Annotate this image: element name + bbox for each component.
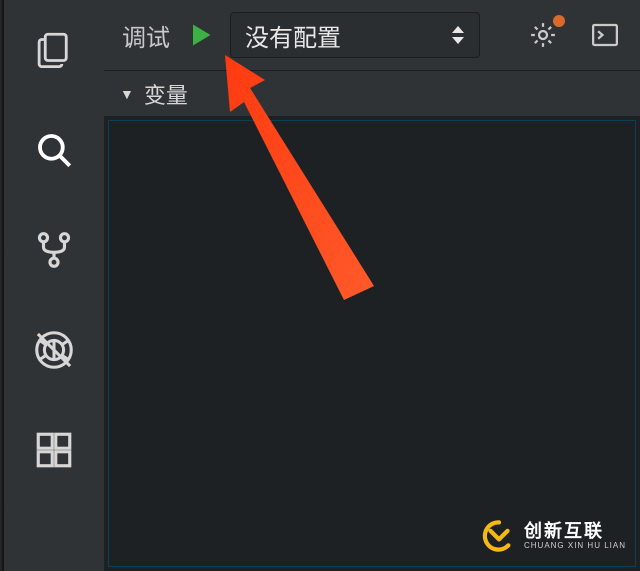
search-icon[interactable] <box>4 100 104 200</box>
activity-bar <box>4 0 104 571</box>
start-debug-button[interactable] <box>182 17 218 53</box>
notification-dot-icon <box>553 15 565 27</box>
watermark-en: CHUANG XIN HU LIAN <box>524 542 626 550</box>
debug-toolbar: 调试 没有配置 <box>104 0 640 70</box>
debug-icon[interactable] <box>4 300 104 400</box>
source-control-icon[interactable] <box>4 200 104 300</box>
variables-section-header[interactable]: ▼ 变量 <box>104 70 640 116</box>
watermark: 创新互联 CHUANG XIN HU LIAN <box>482 519 626 553</box>
settings-button[interactable] <box>526 18 560 52</box>
debug-panel <box>104 116 640 571</box>
config-selector[interactable]: 没有配置 <box>230 12 480 58</box>
select-chevrons-icon <box>451 26 465 44</box>
extensions-icon[interactable] <box>4 400 104 500</box>
config-selected-text: 没有配置 <box>245 18 341 53</box>
debug-label: 调试 <box>122 18 170 53</box>
terminal-icon <box>590 20 620 50</box>
debug-console-button[interactable] <box>588 18 622 52</box>
watermark-logo-icon <box>482 519 516 553</box>
play-icon <box>186 21 214 49</box>
collapse-triangle-icon: ▼ <box>120 86 134 102</box>
watermark-cn: 创新互联 <box>524 522 626 540</box>
variables-empty-box <box>108 120 636 567</box>
explorer-icon[interactable] <box>4 0 104 100</box>
variables-title: 变量 <box>144 78 188 110</box>
